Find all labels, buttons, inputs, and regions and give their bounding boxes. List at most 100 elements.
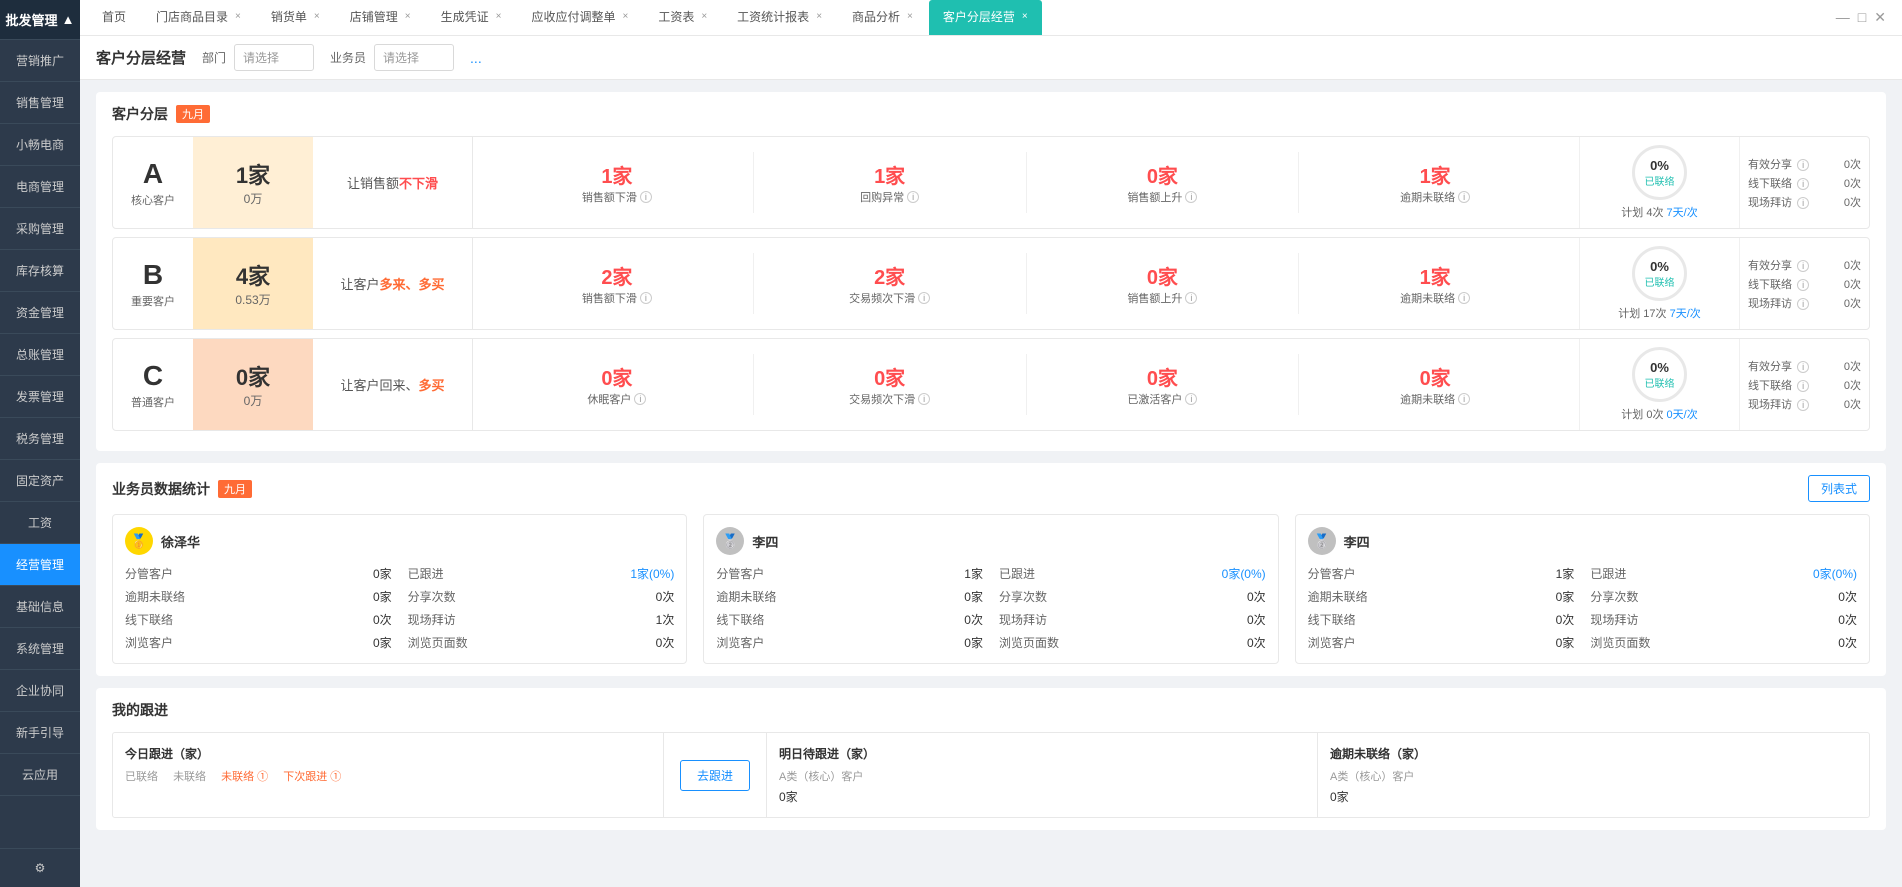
tab-生成凭证[interactable]: 生成凭证× <box>427 0 516 35</box>
list-view-button[interactable]: 列表式 <box>1808 475 1870 502</box>
metric-销售额下滑: 1家 销售额下滑 i <box>481 152 754 213</box>
sidebar-item-小畅电商[interactable]: 小畅电商 <box>0 124 80 166</box>
sidebar-item-工资[interactable]: 工资 <box>0 502 80 544</box>
info-icon[interactable]: i <box>1797 159 1809 171</box>
page-header: 客户分层经营 部门 请选择 业务员 请选择 ... <box>80 36 1902 80</box>
page-title: 客户分层经营 <box>96 47 186 68</box>
info-icon[interactable]: i <box>640 292 652 304</box>
tier-stats-B: 4家 0.53万 <box>193 238 313 329</box>
sidebar-item-库存核算[interactable]: 库存核算 <box>0 250 80 292</box>
info-icon[interactable]: i <box>1797 361 1809 373</box>
linked-plan-C: 计划 0次 0天/次 <box>1621 406 1697 422</box>
tab-close-销货单[interactable]: × <box>314 11 320 22</box>
sp-stat-right-2: 浏览客户 0家 <box>1308 634 1575 651</box>
info-icon[interactable]: i <box>1185 292 1197 304</box>
sidebar-item-电商管理[interactable]: 电商管理 <box>0 166 80 208</box>
tab-close-商品分析[interactable]: × <box>907 11 913 22</box>
tab-应收应付调整单[interactable]: 应收应付调整单× <box>517 0 642 35</box>
tab-工资统计报表[interactable]: 工资统计报表× <box>723 0 836 35</box>
info-icon[interactable]: i <box>907 191 919 203</box>
info-icon[interactable]: i <box>1797 260 1809 272</box>
tab-商品分析[interactable]: 商品分析× <box>838 0 927 35</box>
info-icon[interactable]: i <box>1797 197 1809 209</box>
linked-plan-B: 计划 17次 7天/次 <box>1618 305 1701 321</box>
sidebar-item-税务管理[interactable]: 税务管理 <box>0 418 80 460</box>
tier-action-C: 让客户回来、多买 <box>313 339 473 430</box>
tomorrow-follow-col: 明日待跟进（家） A类（核心）客户 0家 <box>767 733 1318 817</box>
metric-回购异常: 1家 回购异常 i <box>754 152 1027 213</box>
sidebar-item-新手引导[interactable]: 新手引导 <box>0 712 80 754</box>
tab-工资表[interactable]: 工资表× <box>644 0 721 35</box>
sp-avatar-1: 🥈 <box>716 527 744 555</box>
info-icon[interactable]: i <box>640 191 652 203</box>
tab-close-生成凭证[interactable]: × <box>496 11 502 22</box>
sidebar-item-销售管理[interactable]: 销售管理 <box>0 82 80 124</box>
sidebar-item-发票管理[interactable]: 发票管理 <box>0 376 80 418</box>
info-icon[interactable]: i <box>918 292 930 304</box>
sidebar-item-资金管理[interactable]: 资金管理 <box>0 292 80 334</box>
tier-section-title: 客户分层 <box>112 104 168 124</box>
today-follow-title: 今日跟进（家） <box>125 745 651 762</box>
linked-circle-A: 0% 已联络 <box>1632 145 1687 200</box>
tier-right-stats-B: 有效分享 i 0次 线下联络 i 0次 现场拜访 i 0次 <box>1739 238 1869 329</box>
sp-stat-right-3: 浏览页面数 0次 <box>408 634 675 651</box>
sp-stat-left-0: 分管客户 1家 <box>716 565 983 582</box>
sp-stat-right-1: 现场拜访 0次 <box>1590 611 1857 628</box>
info-icon[interactable]: i <box>1797 298 1809 310</box>
sp-header-1: 🥈 李四 <box>716 527 1265 555</box>
info-icon[interactable]: i <box>1185 393 1197 405</box>
sp-stat-left-0: 分管客户 0家 <box>125 565 392 582</box>
sidebar-item-企业协同[interactable]: 企业协同 <box>0 670 80 712</box>
sidebar-item-基础信息[interactable]: 基础信息 <box>0 586 80 628</box>
info-icon[interactable]: i <box>1797 380 1809 392</box>
customer-tier-section: 客户分层 九月 A 核心客户 1家 0万 让销售额不下滑 1家 销售额下滑 i … <box>96 92 1886 451</box>
tab-销货单[interactable]: 销货单× <box>257 0 334 35</box>
dept-select[interactable]: 请选择 <box>234 44 314 71</box>
tab-首页[interactable]: 首页 <box>88 0 140 35</box>
info-icon[interactable]: i <box>1458 393 1470 405</box>
maximize-icon[interactable]: □ <box>1858 9 1866 26</box>
tab-客户分层经营[interactable]: 客户分层经营× <box>929 0 1042 35</box>
sidebar-item-云应用[interactable]: 云应用 <box>0 754 80 796</box>
sidebar-item-固定资产[interactable]: 固定资产 <box>0 460 80 502</box>
tab-close-门店商品目录[interactable]: × <box>235 11 241 22</box>
settings-button[interactable]: ⚙ <box>0 848 80 887</box>
sp-stat-left-3: 分享次数 0次 <box>999 588 1266 605</box>
info-icon[interactable]: i <box>1458 191 1470 203</box>
tier-linked-C: 0% 已联络 计划 0次 0天/次 <box>1579 339 1739 430</box>
minimize-icon[interactable]: — <box>1836 9 1850 26</box>
close-icon[interactable]: ✕ <box>1874 9 1886 26</box>
metric-逾期未联络: 1家 逾期未联络 i <box>1299 152 1571 213</box>
info-icon[interactable]: i <box>918 393 930 405</box>
more-button[interactable]: ... <box>470 50 482 66</box>
tab-店铺管理[interactable]: 店铺管理× <box>336 0 425 35</box>
staff-select[interactable]: 请选择 <box>374 44 454 71</box>
sidebar-item-经营管理[interactable]: 经营管理 <box>0 544 80 586</box>
info-icon[interactable]: i <box>1185 191 1197 203</box>
goto-follow-button[interactable]: 去跟进 <box>680 760 750 791</box>
tab-门店商品目录[interactable]: 门店商品目录× <box>142 0 255 35</box>
overdue-follow-col: 逾期未联络（家） A类（核心）客户 0家 <box>1318 733 1869 817</box>
tab-close-工资统计报表[interactable]: × <box>816 11 822 22</box>
info-icon[interactable]: i <box>634 393 646 405</box>
metric-销售额下滑: 2家 销售额下滑 i <box>481 253 754 314</box>
tab-close-工资表[interactable]: × <box>701 11 707 22</box>
sidebar-item-营销推广[interactable]: 营销推广 <box>0 40 80 82</box>
sidebar-item-采购管理[interactable]: 采购管理 <box>0 208 80 250</box>
info-icon[interactable]: i <box>1797 279 1809 291</box>
info-icon[interactable]: i <box>1458 292 1470 304</box>
sidebar-item-系统管理[interactable]: 系统管理 <box>0 628 80 670</box>
gear-icon: ⚙ <box>35 861 46 875</box>
tab-close-客户分层经营[interactable]: × <box>1022 11 1028 22</box>
tab-close-应收应付调整单[interactable]: × <box>622 11 628 22</box>
sidebar-item-总账管理[interactable]: 总账管理 <box>0 334 80 376</box>
tier-row-C: C 普通客户 0家 0万 让客户回来、多买 0家 休眠客户 i 0家 交易频次下… <box>112 338 1870 431</box>
tier-action-B: 让客户多来、多买 <box>313 238 473 329</box>
linked-circle-B: 0% 已联络 <box>1632 246 1687 301</box>
biz-title: 业务员数据统计 <box>112 479 210 499</box>
sidebar-top[interactable]: 批发管理 ▲ <box>0 0 80 40</box>
tab-close-店铺管理[interactable]: × <box>405 11 411 22</box>
info-icon[interactable]: i <box>1797 178 1809 190</box>
info-icon[interactable]: i <box>1797 399 1809 411</box>
main-area: 首页门店商品目录×销货单×店铺管理×生成凭证×应收应付调整单×工资表×工资统计报… <box>80 0 1902 887</box>
